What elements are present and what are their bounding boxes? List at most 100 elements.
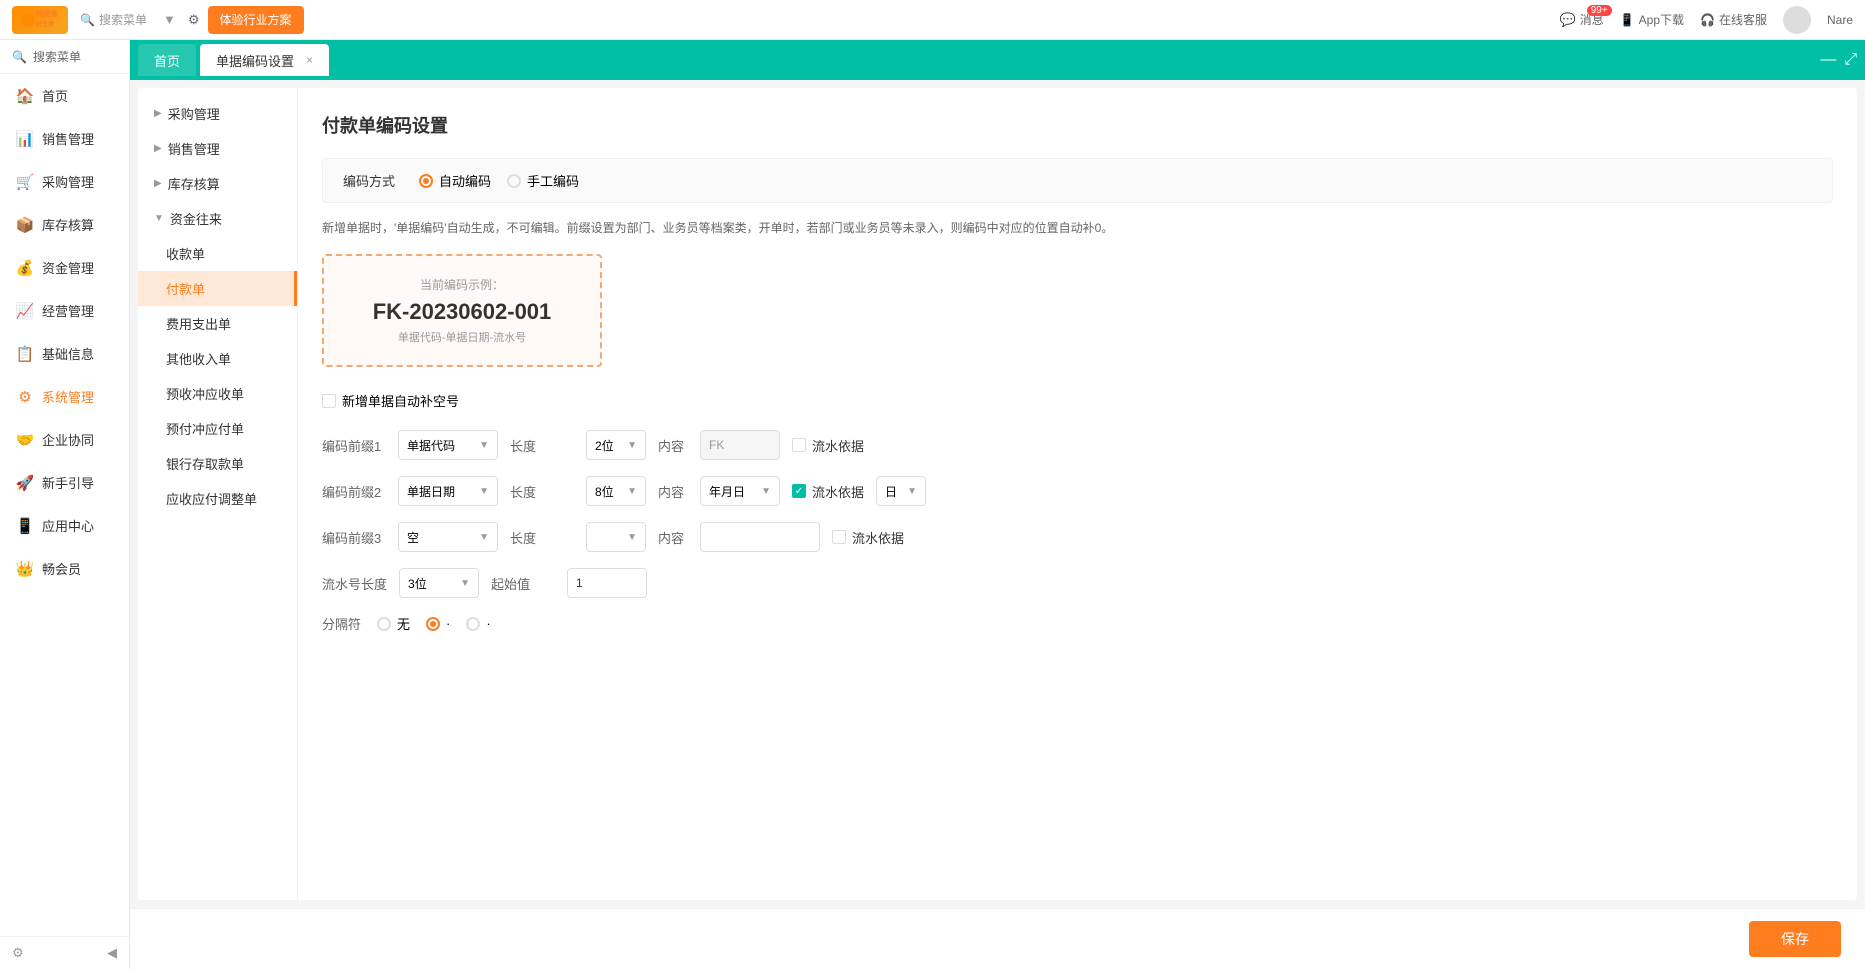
prefix2-arrow: ▼ [479, 486, 489, 497]
top-bar: 畅捷通 好生意 🔍 搜索菜单 ▼ ⚙ 体验行业方案 💬 消息 99+ 📱 App… [0, 0, 1865, 40]
sub-nav-capital[interactable]: ▼ 资金往来 [138, 201, 297, 236]
prefix1-row: 编码前缀1 单据代码 ▼ 长度 2位 ▼ 内容 FK [322, 430, 1833, 460]
prefix2-content-arrow: ▼ [761, 486, 771, 497]
sub-nav-group-capital: ▼ 资金往来 收款单 付款单 费用支出单 其他收入单 预收冲应收单 预付冲应付单… [138, 201, 297, 516]
prefix1-length-select[interactable]: 2位 ▼ [586, 430, 646, 460]
prefix1-content-value: FK [700, 430, 780, 460]
settings-icon[interactable]: ⚙ [188, 12, 200, 28]
tab-encoding-settings[interactable]: 单据编码设置 × [200, 44, 329, 76]
prefix2-day-select[interactable]: 日 ▼ [876, 476, 926, 506]
home-icon: 🏠 [16, 87, 34, 105]
sidebar-item-purchase[interactable]: 🛒 采购管理 [0, 160, 129, 203]
page-title: 付款单编码设置 [322, 112, 1833, 138]
prefix3-stream-check[interactable]: 流水依据 [832, 528, 904, 547]
sub-nav-other-income[interactable]: 其他收入单 [138, 341, 297, 376]
sidebar-item-enterprise[interactable]: 🤝 企业协同 [0, 418, 129, 461]
sidebar-item-inventory[interactable]: 📦 库存核算 [0, 203, 129, 246]
auto-fill-checkbox[interactable]: 新增单据自动补空号 [322, 391, 459, 410]
sub-nav-inventory[interactable]: ▶ 库存核算 [138, 166, 297, 201]
sub-nav-prepay-ap[interactable]: 预付冲应付单 [138, 411, 297, 446]
sep-dash[interactable]: · [466, 614, 490, 633]
tab-close-btn[interactable]: × [306, 53, 313, 67]
prefix3-label: 编码前缀3 [322, 528, 386, 547]
arrow-icon: ▶ [154, 178, 162, 189]
sub-nav-expense[interactable]: 费用支出单 [138, 306, 297, 341]
tab-home[interactable]: 首页 [138, 44, 196, 76]
finance-icon: 💰 [16, 259, 34, 277]
auto-code-dot [419, 174, 433, 188]
sep-dash-dot [466, 617, 480, 631]
save-button[interactable]: 保存 [1749, 921, 1841, 957]
sub-nav-payment[interactable]: 付款单 [138, 271, 297, 306]
member-icon: 👑 [16, 560, 34, 578]
prefix3-arrow: ▼ [479, 532, 489, 543]
sidebar-item-system[interactable]: ⚙ 系统管理 [0, 375, 129, 418]
sidebar-item-member[interactable]: 👑 畅会员 [0, 547, 129, 590]
prefix1-select[interactable]: 单据代码 ▼ [398, 430, 498, 460]
sub-nav-adjust[interactable]: 应收应付调整单 [138, 481, 297, 516]
sub-nav-purchase[interactable]: ▶ 采购管理 [138, 96, 297, 131]
apps-icon: 📱 [16, 517, 34, 535]
separator-options: 无 · · [377, 614, 491, 633]
prefix2-stream-box: ✓ [792, 484, 806, 498]
sub-nav-prepay-ar[interactable]: 预收冲应收单 [138, 376, 297, 411]
prefix3-length-arrow: ▼ [627, 532, 637, 543]
search-icon: 🔍 [12, 50, 27, 64]
sep-dot[interactable]: · [426, 614, 450, 633]
tab-maximize-icon[interactable]: ⤢ [1844, 51, 1857, 69]
info-text: 新增单据时，'单据编码'自动生成，不可编辑。前缀设置为部门、业务员等档案类，开单… [322, 219, 1833, 238]
top-bar-actions: 💬 消息 99+ 📱 App下载 🎧 在线客服 Nare [1560, 6, 1854, 34]
sidebar-item-home[interactable]: 🏠 首页 [0, 74, 129, 117]
settings-bottom-icon[interactable]: ⚙ [12, 945, 24, 961]
sidebar-search[interactable]: 🔍 搜索菜单 [0, 40, 129, 74]
prefix2-label: 编码前缀2 [322, 482, 386, 501]
sub-nav-group-purchase: ▶ 采购管理 [138, 96, 297, 131]
auto-fill-box [322, 394, 336, 408]
sidebar-item-apps[interactable]: 📱 应用中心 [0, 504, 129, 547]
serial-length-select[interactable]: 3位 ▼ [399, 568, 479, 598]
sub-nav-receipt[interactable]: 收款单 [138, 236, 297, 271]
prefix3-content-value [700, 522, 820, 552]
user-avatar[interactable] [1783, 6, 1811, 34]
serial-start-label: 起始值 [491, 574, 555, 593]
sidebar-item-sales[interactable]: 📊 销售管理 [0, 117, 129, 160]
content-area: 首页 单据编码设置 × — ⤢ ▶ 采购管理 [130, 40, 1865, 969]
sidebar-item-guide[interactable]: 🚀 新手引导 [0, 461, 129, 504]
tab-minimize-icon[interactable]: — [1820, 51, 1836, 69]
prefix3-length-select[interactable]: ▼ [586, 522, 646, 552]
preview-code: FK-20230602-001 [373, 299, 552, 325]
experience-btn[interactable]: 体验行业方案 [208, 6, 304, 34]
inventory-icon: 📦 [16, 216, 34, 234]
prefix2-length-select[interactable]: 8位 ▼ [586, 476, 646, 506]
sidebar-item-finance[interactable]: 💰 资金管理 [0, 246, 129, 289]
sub-nav-sales[interactable]: ▶ 销售管理 [138, 131, 297, 166]
manual-code-radio[interactable]: 手工编码 [507, 171, 579, 190]
dropdown-icon[interactable]: ▼ [163, 12, 176, 27]
prefix1-stream-check[interactable]: 流水依据 [792, 436, 864, 455]
main-layout: 🔍 搜索菜单 🏠 首页 📊 销售管理 🛒 采购管理 📦 库存核算 💰 资金管理 … [0, 40, 1865, 969]
prefix2-content-select[interactable]: 年月日 ▼ [700, 476, 780, 506]
page-footer: 保存 [130, 908, 1865, 969]
sub-nav-bank[interactable]: 银行存取款单 [138, 446, 297, 481]
sep-none-dot [377, 617, 391, 631]
separator-row: 分隔符 无 · · [322, 614, 1833, 633]
sidebar-item-operations[interactable]: 📈 经营管理 [0, 289, 129, 332]
online-service-btn[interactable]: 🎧 在线客服 [1700, 11, 1767, 28]
message-btn[interactable]: 💬 消息 99+ [1560, 11, 1604, 28]
prefix2-stream-check[interactable]: ✓ 流水依据 [792, 482, 864, 501]
serial-start-input[interactable]: 1 [567, 568, 647, 598]
auto-code-radio[interactable]: 自动编码 [419, 171, 491, 190]
collapse-icon[interactable]: ◀ [107, 945, 117, 961]
prefix2-select[interactable]: 单据日期 ▼ [398, 476, 498, 506]
app-download-btn[interactable]: 📱 App下载 [1620, 11, 1684, 28]
message-badge: 99+ [1587, 5, 1612, 16]
prefix1-arrow: ▼ [479, 440, 489, 451]
search-menu-btn[interactable]: 🔍 搜索菜单 [80, 11, 147, 28]
prefix3-select[interactable]: 空 ▼ [398, 522, 498, 552]
sidebar-item-basics[interactable]: 📋 基础信息 [0, 332, 129, 375]
purchase-icon: 🛒 [16, 173, 34, 191]
sep-none[interactable]: 无 [377, 614, 410, 633]
encoding-method-section: 编码方式 自动编码 手工编码 [322, 158, 1833, 203]
arrow-icon: ▶ [154, 108, 162, 119]
inner-layout: ▶ 采购管理 ▶ 销售管理 ▶ 库存核算 [138, 88, 1857, 900]
